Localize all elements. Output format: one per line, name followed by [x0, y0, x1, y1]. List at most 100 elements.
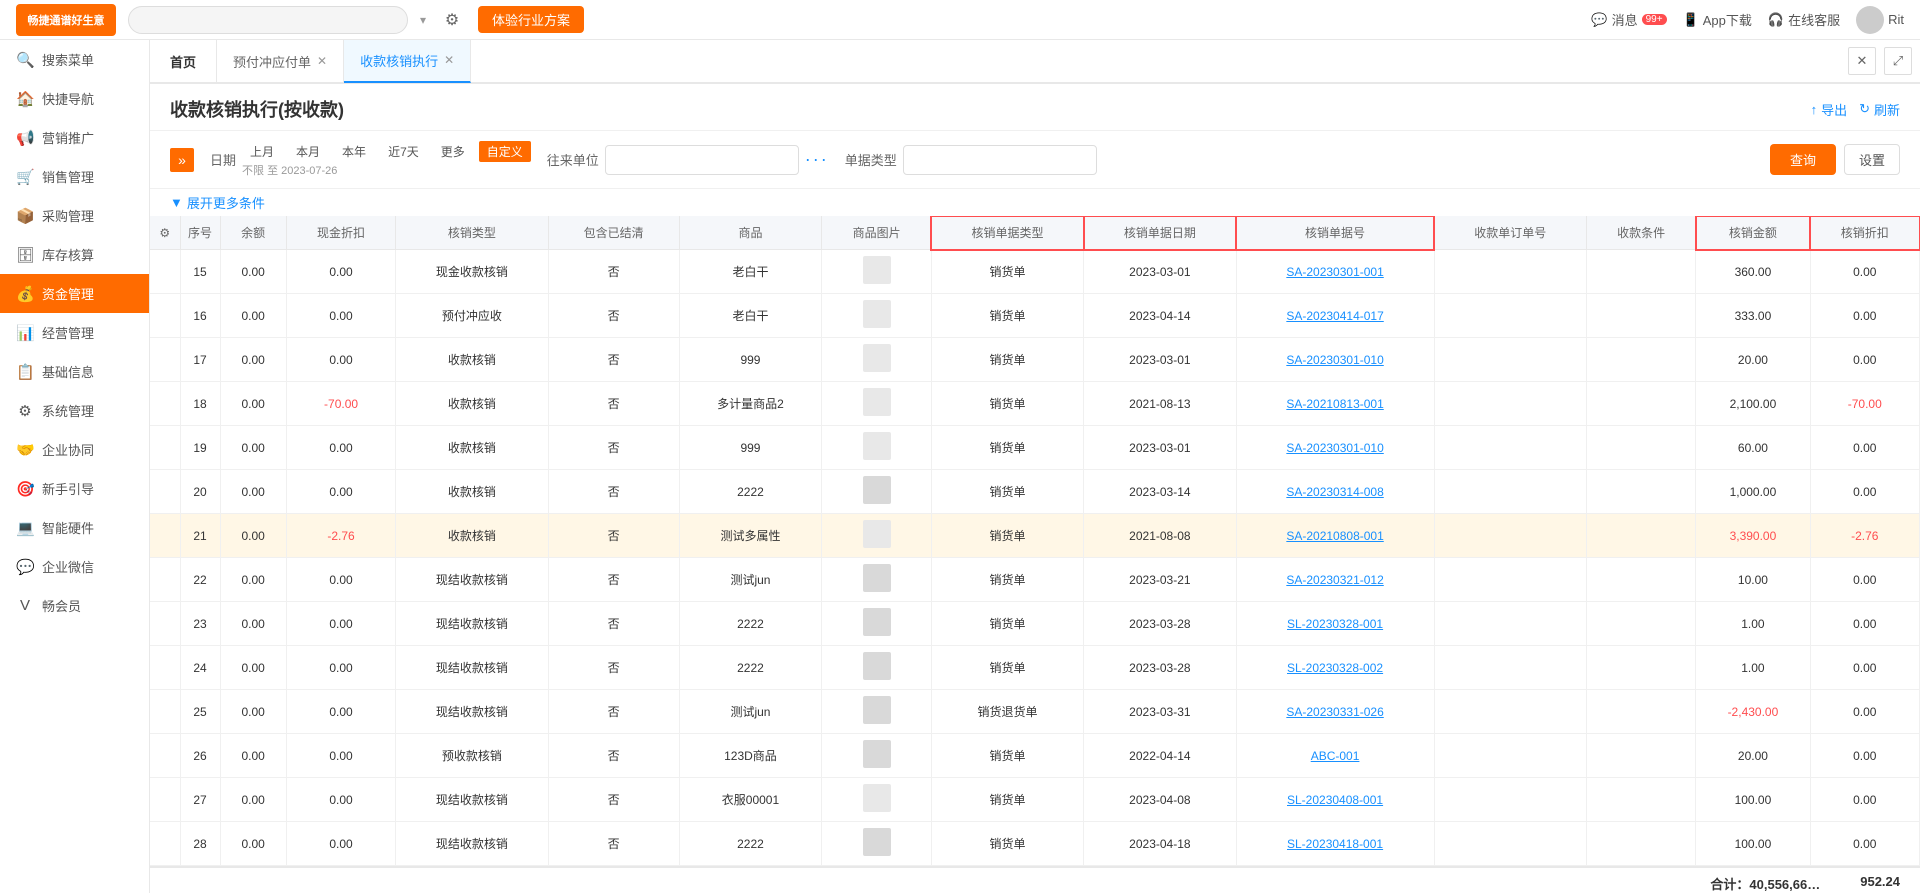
cell-writeoff-bill-no[interactable]: SL-20230328-001 [1236, 602, 1434, 646]
cell-writeoff-bill-no[interactable]: SA-20230301-010 [1236, 426, 1434, 470]
refresh-btn[interactable]: ↻ 刷新 [1859, 100, 1900, 119]
sidebar-item-marketing[interactable]: 📢营销推广 [0, 118, 149, 157]
expand-more-conditions[interactable]: ▼ 展开更多条件 [150, 189, 1920, 216]
filter-toggle-btn[interactable]: » [170, 148, 194, 172]
query-btn[interactable]: 查询 [1770, 144, 1836, 175]
counterparty-more-btn[interactable]: ··· [805, 149, 829, 170]
cell-receipt-condition [1586, 734, 1695, 778]
cell-no: 23 [180, 602, 220, 646]
cell-writeoff-bill-no[interactable]: SA-20210813-001 [1236, 382, 1434, 426]
user-info[interactable]: Rit [1856, 6, 1904, 34]
cell-goods-img [822, 426, 931, 470]
online-service[interactable]: 🎧 在线客服 [1768, 10, 1840, 29]
logo: 畅捷通谱好生意 [16, 4, 116, 36]
search-box[interactable] [128, 6, 408, 34]
tab-home[interactable]: 首页 [150, 40, 217, 83]
cell-writeoff-date: 2022-04-14 [1084, 734, 1236, 778]
table-row: 18 0.00 -70.00 收款核销 否 多计量商品2 销货单 2021-08… [150, 382, 1920, 426]
custom-date-btn[interactable]: 自定义 [479, 141, 531, 162]
dropdown-icon[interactable]: ▾ [420, 13, 426, 27]
table-row: 24 0.00 0.00 现结收款核销 否 2222 销货单 2023-03-2… [150, 646, 1920, 690]
cell-writeoff-bill-no[interactable]: SA-20230314-008 [1236, 470, 1434, 514]
cell-writeoff-amount: 2,100.00 [1696, 382, 1810, 426]
this-year-btn[interactable]: 本年 [334, 141, 374, 162]
cell-writeoff-amount: 3,390.00 [1696, 514, 1810, 558]
tab-prepay[interactable]: 预付冲应付单✕ [217, 40, 344, 83]
sidebar-item-sales[interactable]: 🛒销售管理 [0, 157, 149, 196]
sidebar-item-inventory[interactable]: 🗄库存核算 [0, 235, 149, 274]
cell-no: 19 [180, 426, 220, 470]
sidebar-icon-marketing: 📢 [16, 129, 34, 147]
order-type-label: 单据类型 [845, 150, 897, 169]
export-btn[interactable]: ↑ 导出 [1811, 100, 1848, 119]
sidebar-item-wechat[interactable]: 💬企业微信 [0, 547, 149, 586]
table-row: 27 0.00 0.00 现结收款核销 否 衣服00001 销货单 2023-0… [150, 778, 1920, 822]
last-month-btn[interactable]: 上月 [242, 141, 282, 162]
cell-cash-discount: 0.00 [286, 250, 395, 294]
cell-writeoff-bill-no[interactable]: SL-20230418-001 [1236, 822, 1434, 866]
goods-img [863, 608, 891, 636]
cell-receipt-condition [1586, 646, 1695, 690]
order-type-filter-group: 单据类型 [845, 145, 1097, 175]
sidebar-item-guide[interactable]: 🎯新手引导 [0, 469, 149, 508]
sidebar-item-purchase[interactable]: 📦采购管理 [0, 196, 149, 235]
sidebar-icon-operations: 📊 [16, 324, 34, 342]
sidebar-item-finance[interactable]: 💰资金管理 [0, 274, 149, 313]
cell-receipt-order-no [1434, 558, 1586, 602]
sidebar-item-hardware[interactable]: 💻智能硬件 [0, 508, 149, 547]
cell-writeoff-bill-no[interactable]: SA-20230331-026 [1236, 690, 1434, 734]
sidebar-item-operations[interactable]: 📊经营管理 [0, 313, 149, 352]
cell-writeoff-type: 现结收款核销 [396, 558, 548, 602]
cell-cash-discount: 0.00 [286, 646, 395, 690]
top-bar-right: 💬 消息 99+ 📱 App下载 🎧 在线客服 Rit [1591, 6, 1904, 34]
cell-writeoff-bill-no[interactable]: SA-20230301-001 [1236, 250, 1434, 294]
cell-gear [150, 822, 180, 866]
more-btn[interactable]: 更多 [433, 141, 473, 162]
sidebar-item-member[interactable]: V畅会员 [0, 586, 149, 625]
cell-receipt-condition [1586, 690, 1695, 734]
table-row: 21 0.00 -2.76 收款核销 否 测试多属性 销货单 2021-08-0… [150, 514, 1920, 558]
gear-icon[interactable]: ⚙ [438, 6, 466, 34]
top-bar: 畅捷通谱好生意 ▾ ⚙ 体验行业方案 💬 消息 99+ 📱 App下载 🎧 在线… [0, 0, 1920, 40]
sidebar-item-collab[interactable]: 🤝企业协同 [0, 430, 149, 469]
cell-no: 20 [180, 470, 220, 514]
cell-writeoff-bill-no[interactable]: SA-20210808-001 [1236, 514, 1434, 558]
cell-writeoff-bill-no[interactable]: SA-20230414-017 [1236, 294, 1434, 338]
app-download[interactable]: 📱 App下载 [1683, 10, 1752, 29]
counterparty-input[interactable] [605, 145, 799, 175]
order-type-input[interactable] [903, 145, 1097, 175]
sidebar-item-system[interactable]: ⚙系统管理 [0, 391, 149, 430]
cell-writeoff-discount: 0.00 [1810, 822, 1919, 866]
message-icon-area[interactable]: 💬 消息 99+ [1591, 10, 1666, 29]
tab-close-prepay[interactable]: ✕ [317, 54, 327, 68]
setting-btn[interactable]: 设置 [1844, 144, 1900, 175]
cell-include-closed: 否 [548, 382, 679, 426]
last-7-days-btn[interactable]: 近7天 [380, 141, 427, 162]
cell-writeoff-bill-no[interactable]: SL-20230408-001 [1236, 778, 1434, 822]
industry-btn[interactable]: 体验行业方案 [478, 6, 584, 33]
cell-balance: 0.00 [220, 602, 286, 646]
this-month-btn[interactable]: 本月 [288, 141, 328, 162]
username: Rit [1888, 12, 1904, 27]
cell-writeoff-date: 2023-03-01 [1084, 338, 1236, 382]
col-include-closed-header: 包含已结清 [548, 216, 679, 250]
cell-writeoff-bill-no[interactable]: ABC-001 [1236, 734, 1434, 778]
sidebar-item-quicknav[interactable]: 🏠快捷导航 [0, 79, 149, 118]
goods-img [863, 520, 891, 548]
tab-receipt[interactable]: 收款核销执行✕ [344, 40, 471, 83]
cell-writeoff-bill-no[interactable]: SA-20230301-010 [1236, 338, 1434, 382]
cell-receipt-order-no [1434, 822, 1586, 866]
sidebar-label-inventory: 库存核算 [42, 245, 94, 264]
cell-writeoff-discount: 0.00 [1810, 250, 1919, 294]
sidebar-label-collab: 企业协同 [42, 440, 94, 459]
cell-writeoff-bill-no[interactable]: SA-20230321-012 [1236, 558, 1434, 602]
sidebar-item-basic[interactable]: 📋基础信息 [0, 352, 149, 391]
expand-window-btn[interactable]: ⤢ [1884, 47, 1912, 75]
close-window-btn[interactable]: ✕ [1848, 47, 1876, 75]
sidebar-icon-finance: 💰 [16, 285, 34, 303]
cell-writeoff-bill-no[interactable]: SL-20230328-002 [1236, 646, 1434, 690]
sidebar-item-search[interactable]: 🔍搜索菜单 [0, 40, 149, 79]
col-writeoff-type-header: 核销类型 [396, 216, 548, 250]
cell-include-closed: 否 [548, 558, 679, 602]
tab-close-receipt[interactable]: ✕ [444, 53, 454, 67]
